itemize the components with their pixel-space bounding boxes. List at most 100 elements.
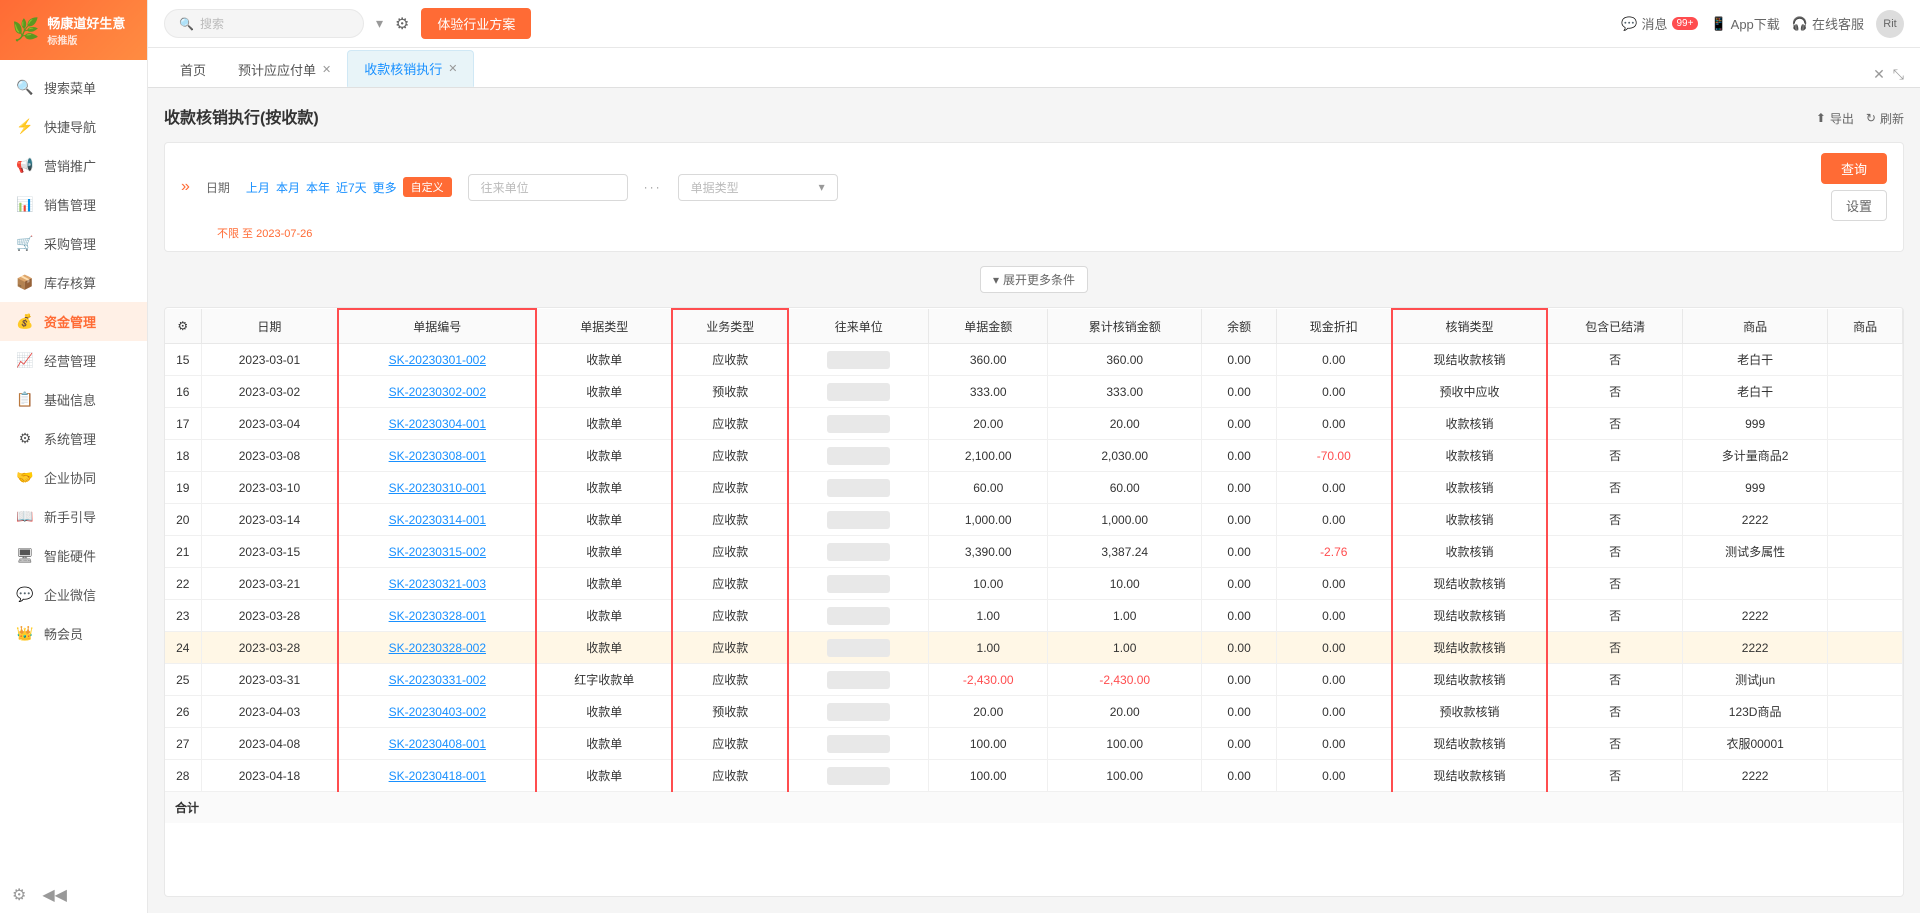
tab-close-prepay[interactable]: ✕ — [322, 63, 331, 76]
sidebar-item-9[interactable]: ⚙系统管理 — [0, 419, 147, 458]
cell-amount: 20.00 — [929, 696, 1048, 728]
col-date[interactable]: 日期 — [201, 309, 338, 344]
col-acc-amount[interactable]: 累计核销金额 — [1048, 309, 1202, 344]
bill-no-link[interactable]: SK-20230418-001 — [389, 769, 486, 783]
cell-discount: 0.00 — [1276, 568, 1391, 600]
cell-goods2 — [1828, 632, 1903, 664]
app-download-btn[interactable]: 📱 App下载 — [1710, 14, 1779, 33]
industry-btn[interactable]: 体验行业方案 — [421, 8, 531, 39]
col-amount[interactable]: 单据金额 — [929, 309, 1048, 344]
sidebar-item-14[interactable]: 👑畅会员 — [0, 614, 147, 653]
col-bill-no[interactable]: 单据编号 — [338, 309, 536, 344]
messages-btn[interactable]: 💬 消息 99+ — [1621, 14, 1698, 33]
sidebar-item-6[interactable]: 💰资金管理 — [0, 302, 147, 341]
cell-unit — [788, 536, 929, 568]
cell-included: 否 — [1547, 344, 1682, 376]
date-opt-this-month[interactable]: 本月 — [276, 179, 300, 196]
tab-home[interactable]: 首页 — [164, 52, 222, 87]
col-bill-type[interactable]: 单据类型 — [536, 309, 672, 344]
cell-bill-type: 收款单 — [536, 504, 672, 536]
tab-receipt[interactable]: 收款核销执行 ✕ — [347, 50, 474, 87]
sidebar-item-3[interactable]: 📊销售管理 — [0, 185, 147, 224]
date-opt-last-month[interactable]: 上月 — [246, 179, 270, 196]
user-avatar[interactable]: Rit — [1876, 10, 1904, 38]
cell-goods: 多计量商品2 — [1682, 440, 1827, 472]
bill-no-link[interactable]: SK-20230403-002 — [389, 705, 486, 719]
bill-no-link[interactable]: SK-20230310-001 — [389, 481, 486, 495]
setting-btn[interactable]: 设置 — [1831, 190, 1887, 221]
cell-date: 2023-04-03 — [201, 696, 338, 728]
bill-no-link[interactable]: SK-20230315-002 — [389, 545, 486, 559]
maximize-icon[interactable]: ⤡ — [1893, 66, 1904, 83]
close-window-icon[interactable]: ✕ — [1873, 66, 1885, 83]
cell-amount: 20.00 — [929, 408, 1048, 440]
bill-no-link[interactable]: SK-20230302-002 — [389, 385, 486, 399]
cell-biz-type: 应收款 — [672, 568, 788, 600]
sidebar-item-5[interactable]: 📦库存核算 — [0, 263, 147, 302]
col-cancel-type[interactable]: 核销类型 — [1392, 309, 1548, 344]
filter-dots[interactable]: ··· — [644, 180, 662, 194]
cell-acc-amount: 100.00 — [1048, 728, 1202, 760]
search-box[interactable]: 🔍 搜索 — [164, 9, 364, 38]
bill-no-link[interactable]: SK-20230304-001 — [389, 417, 486, 431]
sidebar-item-2[interactable]: 📢营销推广 — [0, 146, 147, 185]
bill-no-link[interactable]: SK-20230301-002 — [389, 353, 486, 367]
cell-goods: 测试多属性 — [1682, 536, 1827, 568]
bill-no-link[interactable]: SK-20230328-001 — [389, 609, 486, 623]
bill-no-link[interactable]: SK-20230321-003 — [389, 577, 486, 591]
cell-date: 2023-03-28 — [201, 600, 338, 632]
sidebar-item-13[interactable]: 💬企业微信 — [0, 575, 147, 614]
cell-included: 否 — [1547, 600, 1682, 632]
expand-icon: ▾ — [993, 273, 999, 287]
cell-bill-type: 收款单 — [536, 472, 672, 504]
expand-more-btn[interactable]: ▾ 展开更多条件 — [980, 266, 1088, 293]
col-unit[interactable]: 往来单位 — [788, 309, 929, 344]
sidebar-item-8[interactable]: 📋基础信息 — [0, 380, 147, 419]
cell-id: 20 — [165, 504, 201, 536]
tab-prepay[interactable]: 预计应应付单 ✕ — [222, 52, 347, 87]
dropdown-arrow[interactable]: ▾ — [376, 15, 383, 32]
col-biz-type[interactable]: 业务类型 — [672, 309, 788, 344]
settings-icon[interactable]: ⚙ — [395, 14, 409, 34]
sidebar-item-7[interactable]: 📈经营管理 — [0, 341, 147, 380]
bill-no-link[interactable]: SK-20230328-002 — [389, 641, 486, 655]
sidebar-item-4[interactable]: 🛒采购管理 — [0, 224, 147, 263]
cell-unit — [788, 504, 929, 536]
sidebar-icon-13: 💬 — [16, 586, 34, 604]
cell-bill-no: SK-20230315-002 — [338, 536, 536, 568]
refresh-icon: ↻ — [1866, 111, 1876, 125]
cell-bill-no: SK-20230328-002 — [338, 632, 536, 664]
collapse-icon[interactable]: ◀◀ — [42, 885, 67, 905]
sidebar-item-12[interactable]: 🖥智能硬件 — [0, 536, 147, 575]
sidebar-item-10[interactable]: 🤝企业协同 — [0, 458, 147, 497]
online-service-btn[interactable]: 🎧 在线客服 — [1792, 14, 1864, 33]
refresh-btn[interactable]: ↻ 刷新 — [1866, 110, 1904, 127]
cell-biz-type: 预收款 — [672, 376, 788, 408]
collapse-filter-btn[interactable]: » — [181, 178, 190, 196]
unit-filter[interactable]: 往来单位 — [468, 174, 628, 201]
sidebar-item-0[interactable]: 🔍搜索菜单 — [0, 68, 147, 107]
tab-close-receipt[interactable]: ✕ — [448, 62, 457, 75]
date-custom-btn[interactable]: 自定义 — [403, 177, 452, 197]
query-btn[interactable]: 查询 — [1821, 153, 1887, 184]
sidebar-item-11[interactable]: 📖新手引导 — [0, 497, 147, 536]
bill-no-link[interactable]: SK-20230331-002 — [389, 673, 486, 687]
col-goods[interactable]: 商品 — [1682, 309, 1827, 344]
col-balance[interactable]: 余额 — [1202, 309, 1277, 344]
type-filter[interactable]: 单据类型 ▾ — [678, 174, 838, 201]
col-goods2[interactable]: 商品 — [1828, 309, 1903, 344]
settings-icon[interactable]: ⚙ — [12, 885, 26, 905]
export-btn[interactable]: ⬆ 导出 — [1816, 110, 1854, 127]
col-settings[interactable]: ⚙ — [165, 309, 201, 344]
col-discount[interactable]: 现金折扣 — [1276, 309, 1391, 344]
bill-no-link[interactable]: SK-20230314-001 — [389, 513, 486, 527]
sidebar-item-1[interactable]: ⚡快捷导航 — [0, 107, 147, 146]
bill-no-link[interactable]: SK-20230308-001 — [389, 449, 486, 463]
col-included[interactable]: 包含已结清 — [1547, 309, 1682, 344]
date-opt-more[interactable]: 更多 — [373, 179, 397, 196]
date-opt-7days[interactable]: 近7天 — [336, 179, 367, 196]
date-opt-this-year[interactable]: 本年 — [306, 179, 330, 196]
cell-unit — [788, 344, 929, 376]
bill-no-link[interactable]: SK-20230408-001 — [389, 737, 486, 751]
cell-bill-no: SK-20230304-001 — [338, 408, 536, 440]
